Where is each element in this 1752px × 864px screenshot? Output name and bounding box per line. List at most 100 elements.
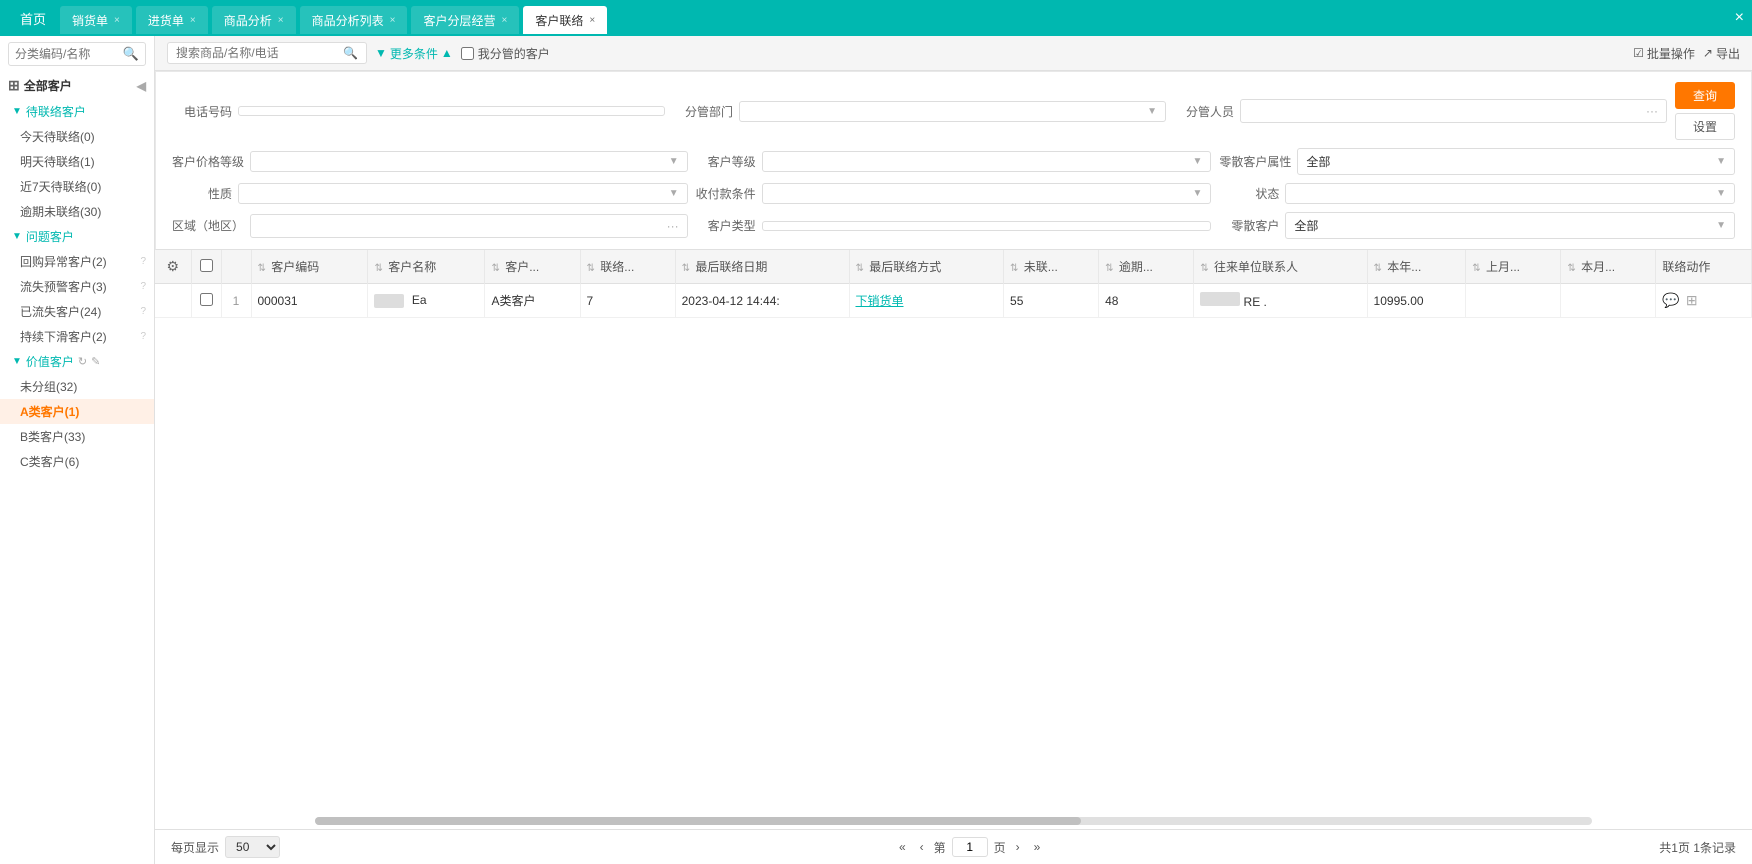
home-tab[interactable]: 首页 — [8, 9, 58, 28]
close-product-analysis-icon[interactable]: × — [278, 15, 284, 26]
price-grade-select[interactable]: ▼ — [250, 151, 688, 172]
tab-customer-contact[interactable]: 客户联络 × — [523, 6, 607, 34]
row-last-contact-method[interactable]: 下销货单 — [849, 284, 1004, 318]
row-select-checkbox[interactable] — [200, 293, 213, 306]
tab-sales-order[interactable]: 销货单 × — [60, 6, 132, 34]
sort-overdue-icon[interactable]: ⇅ — [1105, 263, 1113, 274]
close-sales-order-icon[interactable]: × — [114, 15, 120, 26]
sidebar-item-7days-contact[interactable]: 近7天待联络(0) — [0, 174, 154, 199]
col-last-month[interactable]: ⇅ 上月... — [1466, 250, 1561, 284]
tab-purchase-order[interactable]: 进货单 × — [136, 6, 208, 34]
sparse-customer-select[interactable]: 全部 ▼ — [1285, 212, 1735, 239]
sort-date-icon[interactable]: ⇅ — [682, 263, 690, 274]
col-customer-name[interactable]: ⇅ 客户名称 — [368, 250, 485, 284]
last-page-button[interactable]: » — [1030, 838, 1045, 856]
close-all-button[interactable]: × — [1735, 9, 1744, 27]
scrollbar-thumb[interactable] — [315, 817, 1082, 825]
more-filter-button[interactable]: ▼ 更多条件 ▲ — [375, 45, 453, 62]
sort-unit-contact-icon[interactable]: ⇅ — [1200, 263, 1208, 274]
payment-select[interactable]: ▼ — [762, 183, 1212, 204]
close-purchase-order-icon[interactable]: × — [190, 15, 196, 26]
col-not-contacted[interactable]: ⇅ 未联... — [1004, 250, 1099, 284]
sidebar-item-declining[interactable]: 持续下滑客户(2) ? — [0, 324, 154, 349]
sort-contact-icon[interactable]: ⇅ — [587, 263, 595, 274]
chat-icon[interactable]: 💬 — [1662, 292, 1679, 309]
search-input[interactable] — [176, 46, 343, 60]
select-all-checkbox[interactable] — [200, 259, 213, 272]
sidebar-item-class-b[interactable]: B类客户(33) — [0, 424, 154, 449]
search-submit-icon[interactable]: 🔍 — [343, 46, 358, 60]
collapse-icon[interactable]: ◀ — [137, 79, 146, 93]
customer-grade-select[interactable]: ▼ — [762, 151, 1212, 172]
col-customer-code[interactable]: ⇅ 客户编码 — [251, 250, 368, 284]
nature-select[interactable]: ▼ — [238, 183, 688, 204]
query-button[interactable]: 查询 — [1675, 82, 1735, 109]
person-input[interactable]: ··· — [1240, 99, 1667, 123]
contact-method-link[interactable]: 下销货单 — [856, 294, 904, 308]
grid-action-icon[interactable]: ⊞ — [1686, 292, 1698, 309]
sidebar-group-pending-contact[interactable]: ▼ 待联络客户 — [0, 99, 154, 124]
sidebar-item-churn-warning[interactable]: 流失预警客户(3) ? — [0, 274, 154, 299]
edit-icon[interactable]: ✎ — [91, 355, 100, 368]
search-box[interactable]: 🔍 — [167, 42, 367, 64]
sidebar-item-repurchase-abnormal[interactable]: 回购异常客户(2) ? — [0, 249, 154, 274]
sidebar-search-box[interactable]: 🔍 — [8, 42, 146, 66]
col-last-contact-date[interactable]: ⇅ 最后联络日期 — [675, 250, 849, 284]
tab-product-analysis[interactable]: 商品分析 × — [212, 6, 296, 34]
col-last-contact-method[interactable]: ⇅ 最后联络方式 — [849, 250, 1004, 284]
col-contact[interactable]: ⇅ 联络... — [580, 250, 675, 284]
tab-product-analysis-list[interactable]: 商品分析列表 × — [300, 6, 408, 34]
sort-type-icon[interactable]: ⇅ — [491, 263, 499, 274]
sort-name-icon[interactable]: ⇅ — [374, 263, 382, 274]
sidebar-item-class-c[interactable]: C类客户(6) — [0, 449, 154, 474]
export-button[interactable]: ↗ 导出 — [1703, 45, 1740, 62]
col-customer-type[interactable]: ⇅ 客户... — [485, 250, 580, 284]
col-overdue[interactable]: ⇅ 逾期... — [1099, 250, 1194, 284]
page-number-input[interactable] — [952, 837, 988, 857]
customer-type-input[interactable] — [762, 221, 1212, 231]
scrollbar-track[interactable] — [315, 817, 1593, 825]
horizontal-scrollbar[interactable] — [155, 813, 1752, 829]
sidebar-item-today-contact[interactable]: 今天待联络(0) — [0, 124, 154, 149]
row-checkbox[interactable] — [191, 284, 221, 318]
sidebar-group-problem-customers[interactable]: ▼ 问题客户 — [0, 224, 154, 249]
tab-customer-segment[interactable]: 客户分层经营 × — [411, 6, 519, 34]
per-page-select[interactable]: 50 100 200 — [225, 836, 280, 858]
sort-last-month-icon[interactable]: ⇅ — [1472, 263, 1480, 274]
sort-this-year-icon[interactable]: ⇅ — [1374, 263, 1382, 274]
close-product-analysis-list-icon[interactable]: × — [390, 15, 396, 26]
sidebar-item-unclassified[interactable]: 未分组(32) — [0, 374, 154, 399]
sidebar-item-class-a[interactable]: A类客户(1) — [0, 399, 154, 424]
first-page-button[interactable]: « — [895, 838, 910, 856]
all-customers-header[interactable]: ⊞ 全部客户 ◀ — [0, 72, 154, 99]
sidebar-item-overdue-contact[interactable]: 逾期未联络(30) — [0, 199, 154, 224]
sort-this-month-icon[interactable]: ⇅ — [1567, 263, 1575, 274]
batch-op-button[interactable]: ☑ 批量操作 — [1633, 45, 1695, 62]
sidebar-item-churned[interactable]: 已流失客户(24) ? — [0, 299, 154, 324]
settings-button[interactable]: 设置 — [1675, 113, 1735, 140]
region-input[interactable]: ··· — [250, 214, 688, 238]
col-unit-contact[interactable]: ⇅ 往来单位联系人 — [1194, 250, 1367, 284]
sort-method-icon[interactable]: ⇅ — [856, 263, 864, 274]
status-select[interactable]: ▼ — [1285, 183, 1735, 204]
col-settings[interactable]: ⚙ — [155, 250, 191, 284]
col-checkbox[interactable] — [191, 250, 221, 284]
prev-page-button[interactable]: ‹ — [916, 838, 928, 856]
phone-input[interactable] — [238, 106, 665, 116]
next-page-button[interactable]: › — [1012, 838, 1024, 856]
table-settings-icon[interactable]: ⚙ — [166, 258, 179, 274]
col-this-month[interactable]: ⇅ 本月... — [1561, 250, 1656, 284]
refresh-icon[interactable]: ↻ — [78, 355, 87, 368]
close-customer-contact-icon[interactable]: × — [589, 15, 595, 26]
sparse-attr-select[interactable]: 全部 ▼ — [1297, 148, 1735, 175]
sidebar-group-value-customers[interactable]: ▼ 价值客户 ↻ ✎ — [0, 349, 154, 374]
sidebar-item-tomorrow-contact[interactable]: 明天待联络(1) — [0, 149, 154, 174]
dept-select[interactable]: ▼ — [739, 101, 1166, 122]
close-customer-segment-icon[interactable]: × — [501, 15, 507, 26]
sidebar-search-input[interactable] — [15, 47, 123, 61]
col-this-year[interactable]: ⇅ 本年... — [1367, 250, 1466, 284]
my-customer-checkbox[interactable]: 我分管的客户 — [461, 45, 550, 62]
sort-code-icon[interactable]: ⇅ — [258, 263, 266, 274]
my-customer-check[interactable] — [461, 47, 474, 60]
sort-not-contacted-icon[interactable]: ⇅ — [1010, 263, 1018, 274]
